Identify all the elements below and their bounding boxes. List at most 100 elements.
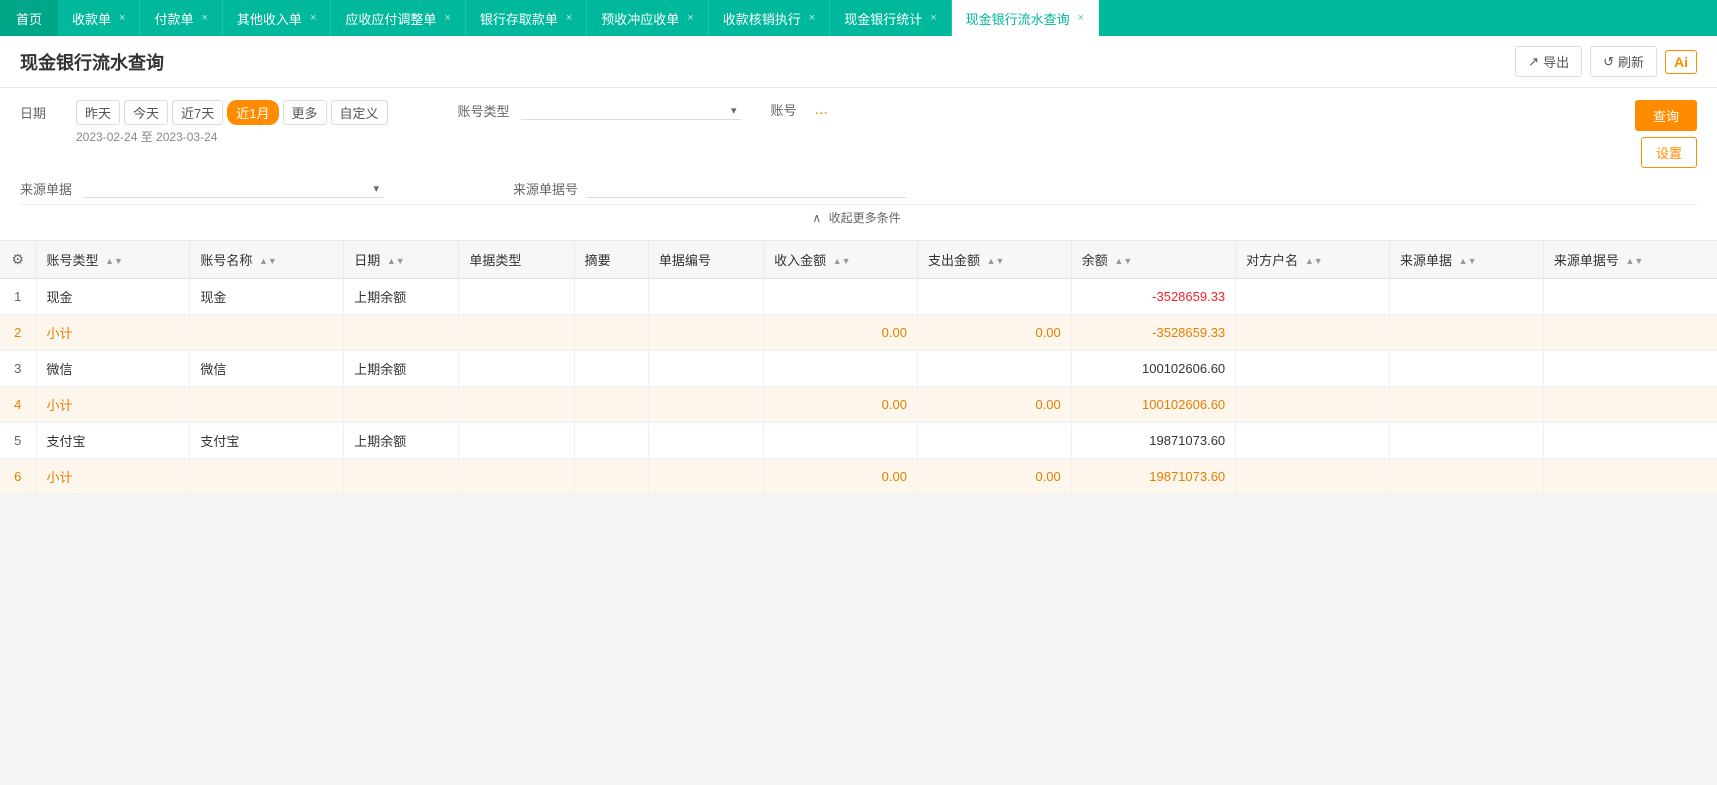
account-no-dots[interactable]: ... [809,101,834,119]
date-btn-today[interactable]: 今天 [124,100,168,125]
source-doc-select[interactable] [83,178,383,198]
close-icon[interactable]: × [444,12,450,24]
cell-date: 上期余额 [344,279,459,315]
cell-source-doc [1390,423,1544,459]
close-icon[interactable]: × [1078,12,1084,24]
cell-date: 上期余额 [344,351,459,387]
refresh-button[interactable]: ↺ 刷新 [1590,46,1657,77]
th-date[interactable]: 日期 ▲▼ [344,241,459,279]
date-btn-custom[interactable]: 自定义 [331,100,388,125]
ai-badge[interactable]: Ai [1665,50,1697,74]
sort-icon: ▲▼ [833,257,851,266]
sort-icon: ▲▼ [1626,257,1644,266]
source-doc-no-input[interactable] [586,178,906,198]
cell-summary [574,459,648,495]
cell-account-type: 微信 [36,351,190,387]
query-button[interactable]: 查询 [1635,100,1697,131]
cell-expense [917,351,1071,387]
cell-account-name: 现金 [190,279,344,315]
cell-account-type: 小计 [36,459,190,495]
th-account-name[interactable]: 账号名称 ▲▼ [190,241,344,279]
cell-account-name [190,387,344,423]
sort-icon: ▲▼ [387,257,405,266]
cell-doc-no [648,279,763,315]
row-number: 1 [0,279,36,315]
nav-tab-预收冲应收单[interactable]: 预收冲应收单 × [587,0,708,36]
cell-summary [574,351,648,387]
sort-icon: ▲▼ [1459,257,1477,266]
close-icon[interactable]: × [566,12,572,24]
table-row: 2 小计 0.00 0.00 -3528659.33 [0,315,1717,351]
cell-account-type: 支付宝 [36,423,190,459]
cell-doc-no [648,423,763,459]
settings-button[interactable]: 设置 [1641,137,1697,168]
nav-tab-收款核销执行[interactable]: 收款核销执行 × [709,0,830,36]
source-doc-label: 来源单据 [20,179,75,198]
nav-tab-其他收入单[interactable]: 其他收入单 × [223,0,331,36]
th-source-doc[interactable]: 来源单据 ▲▼ [1390,241,1544,279]
close-icon[interactable]: × [201,12,207,24]
nav-tab-现金银行统计[interactable]: 现金银行统计 × [830,0,951,36]
th-expense[interactable]: 支出金额 ▲▼ [917,241,1071,279]
th-balance[interactable]: 余额 ▲▼ [1071,241,1235,279]
table-container: ⚙ 账号类型 ▲▼ 账号名称 ▲▼ 日期 ▲▼ 单据类型 摘 [0,241,1717,495]
cell-account-name: 微信 [190,351,344,387]
collapse-bar[interactable]: ∧ 收起更多条件 [20,204,1697,230]
date-btn-more[interactable]: 更多 [283,100,327,125]
filter-area: 日期 昨天 今天 近7天 近1月 更多 自定义 2023-02-24 至 202… [0,88,1717,241]
close-icon[interactable]: × [930,12,936,24]
cell-balance: 100102606.60 [1071,351,1235,387]
top-nav: 首页 收款单 × 付款单 × 其他收入单 × 应收应付调整单 × 银行存取款单 … [0,0,1717,36]
th-account-type[interactable]: 账号类型 ▲▼ [36,241,190,279]
table-row: 1 现金 现金 上期余额 -3528659.33 [0,279,1717,315]
date-btn-yesterday[interactable]: 昨天 [76,100,120,125]
cell-source-doc-no [1543,387,1717,423]
nav-home[interactable]: 首页 [0,0,58,36]
th-counterpart[interactable]: 对方户名 ▲▼ [1236,241,1390,279]
cell-source-doc-no [1543,315,1717,351]
close-icon[interactable]: × [809,12,815,24]
th-doc-type[interactable]: 单据类型 [459,241,574,279]
cell-doc-no [648,459,763,495]
export-button[interactable]: ↗ 导出 [1515,46,1582,77]
sort-icon: ▲▼ [1305,257,1323,266]
row-number: 2 [0,315,36,351]
cell-account-name: 支付宝 [190,423,344,459]
close-icon[interactable]: × [310,12,316,24]
nav-tab-现金银行流水查询[interactable]: 现金银行流水查询 × [952,0,1099,36]
nav-tab-付款单[interactable]: 付款单 × [140,0,222,36]
cell-expense: 0.00 [917,459,1071,495]
th-settings[interactable]: ⚙ [0,241,36,279]
chevron-up-icon: ∧ [812,211,821,225]
date-btn-1month[interactable]: 近1月 [227,100,278,125]
nav-tab-收款单[interactable]: 收款单 × [58,0,140,36]
row-number: 6 [0,459,36,495]
th-source-doc-no[interactable]: 来源单据号 ▲▼ [1543,241,1717,279]
date-label: 日期 [20,103,70,122]
cell-account-name [190,315,344,351]
cell-balance: -3528659.33 [1071,279,1235,315]
cell-counterpart [1236,279,1390,315]
th-summary[interactable]: 摘要 [574,241,648,279]
cell-summary [574,387,648,423]
nav-tab-应收应付调整单[interactable]: 应收应付调整单 × [331,0,465,36]
account-type-select[interactable] [521,100,741,120]
cell-source-doc-no [1543,423,1717,459]
th-doc-no[interactable]: 单据编号 [648,241,763,279]
cell-source-doc-no [1543,351,1717,387]
table-header-row: ⚙ 账号类型 ▲▼ 账号名称 ▲▼ 日期 ▲▼ 单据类型 摘 [0,241,1717,279]
date-btn-7days[interactable]: 近7天 [172,100,223,125]
page-header: 现金银行流水查询 ↗ 导出 ↺ 刷新 Ai [0,36,1717,88]
close-icon[interactable]: × [687,12,693,24]
gear-icon: ⚙ [11,251,24,267]
cell-income: 0.00 [764,387,918,423]
th-income[interactable]: 收入金额 ▲▼ [764,241,918,279]
cell-counterpart [1236,459,1390,495]
nav-tab-银行存取款单[interactable]: 银行存取款单 × [466,0,587,36]
cell-balance: 19871073.60 [1071,459,1235,495]
date-range: 2023-02-24 至 2023-03-24 [76,128,388,145]
cell-source-doc [1390,315,1544,351]
cell-doc-type [459,351,574,387]
close-icon[interactable]: × [119,12,125,24]
table-row: 6 小计 0.00 0.00 19871073.60 [0,459,1717,495]
